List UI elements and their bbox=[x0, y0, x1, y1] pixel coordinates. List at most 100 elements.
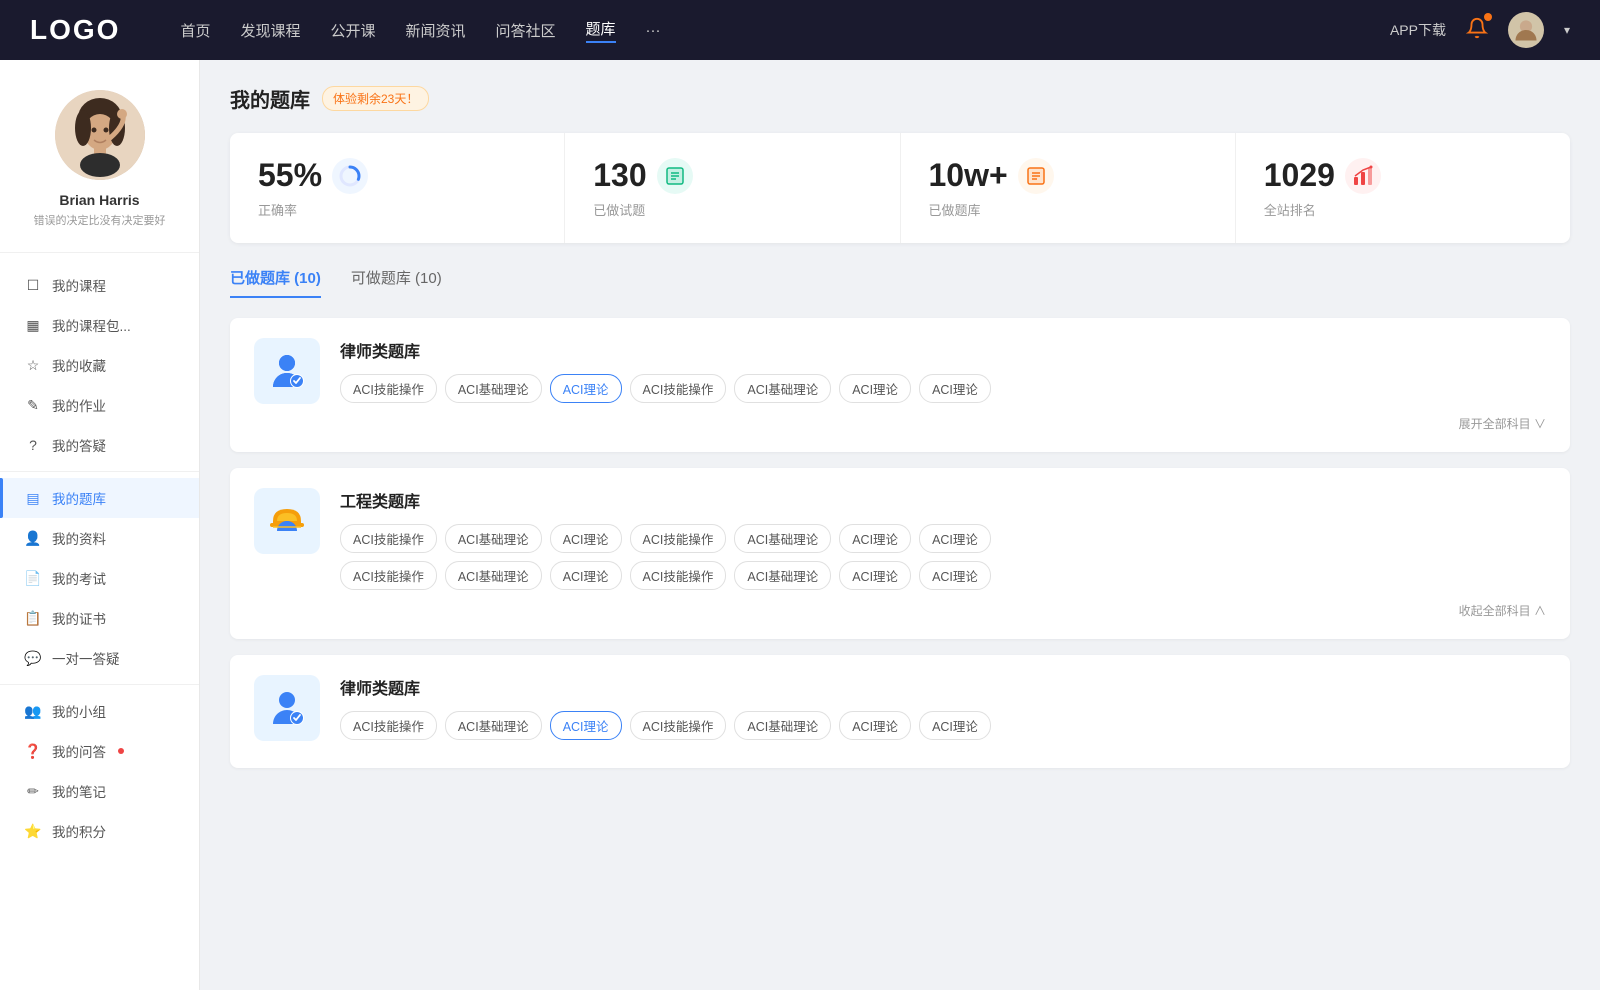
logo[interactable]: LOGO bbox=[30, 14, 120, 46]
tag-eng-2-6[interactable]: ACI理论 bbox=[839, 561, 911, 590]
tag-eng-2-1[interactable]: ACI技能操作 bbox=[340, 561, 437, 590]
user-motto: 错误的决定比没有决定要好 bbox=[20, 212, 179, 228]
sidebar-item-question-bank[interactable]: ▤ 我的题库 bbox=[0, 478, 199, 518]
stat-value-done: 130 bbox=[593, 157, 646, 194]
tag-eng-1-2[interactable]: ACI基础理论 bbox=[445, 524, 542, 553]
stat-ranking: 1029 全站排名 bbox=[1236, 133, 1570, 243]
tag-eng-1-4[interactable]: ACI技能操作 bbox=[630, 524, 727, 553]
divider-1 bbox=[0, 471, 199, 472]
one-on-one-icon: 💬 bbox=[24, 650, 42, 667]
bank-content-lawyer-2: 律师类题库 ACI技能操作 ACI基础理论 ACI理论 ACI技能操作 ACI基… bbox=[340, 675, 1546, 748]
navbar-right: APP下载 ▾ bbox=[1390, 12, 1570, 48]
stat-accuracy: 55% 正确率 bbox=[230, 133, 565, 243]
tags-row-lawyer-1: ACI技能操作 ACI基础理论 ACI理论 ACI技能操作 ACI基础理论 AC… bbox=[340, 374, 1546, 403]
tab-done-banks[interactable]: 已做题库 (10) bbox=[230, 267, 321, 298]
stat-label-banks: 已做题库 bbox=[929, 200, 1207, 219]
tag-lawyer2-4[interactable]: ACI技能操作 bbox=[630, 711, 727, 740]
collapse-btn-engineer[interactable]: 收起全部科目 ∧ bbox=[340, 598, 1546, 619]
nav-question-bank[interactable]: 题库 bbox=[586, 18, 616, 43]
sidebar-item-one-on-one[interactable]: 💬 一对一答疑 bbox=[0, 638, 199, 678]
info-icon: 👤 bbox=[24, 530, 42, 547]
user-dropdown-arrow[interactable]: ▾ bbox=[1564, 23, 1570, 37]
group-icon: 👥 bbox=[24, 703, 42, 720]
sidebar-item-my-exam[interactable]: 📄 我的考试 bbox=[0, 558, 199, 598]
avatar bbox=[55, 90, 145, 180]
points-icon: ⭐ bbox=[24, 823, 42, 840]
tab-available-banks[interactable]: 可做题库 (10) bbox=[351, 267, 442, 298]
tag-lawyer2-6[interactable]: ACI理论 bbox=[839, 711, 911, 740]
tag-eng-1-7[interactable]: ACI理论 bbox=[919, 524, 991, 553]
sidebar-item-my-points[interactable]: ⭐ 我的积分 bbox=[0, 811, 199, 851]
page-wrapper: Brian Harris 错误的决定比没有决定要好 ☐ 我的课程 ▦ 我的课程包… bbox=[0, 60, 1600, 990]
main-content: 我的题库 体验剩余23天！ 55% 正确率 bbox=[200, 60, 1600, 990]
tag-lawyer2-7[interactable]: ACI理论 bbox=[919, 711, 991, 740]
tag-lawyer1-6[interactable]: ACI理论 bbox=[839, 374, 911, 403]
notification-bell[interactable] bbox=[1466, 17, 1488, 44]
tag-lawyer2-5[interactable]: ACI基础理论 bbox=[734, 711, 831, 740]
sidebar-item-certificate[interactable]: 📋 我的证书 bbox=[0, 598, 199, 638]
stat-done-questions: 130 已做试题 bbox=[565, 133, 900, 243]
qa-icon: ? bbox=[24, 437, 42, 453]
nav-qa[interactable]: 问答社区 bbox=[496, 20, 556, 41]
sidebar: Brian Harris 错误的决定比没有决定要好 ☐ 我的课程 ▦ 我的课程包… bbox=[0, 60, 200, 990]
tag-eng-1-1[interactable]: ACI技能操作 bbox=[340, 524, 437, 553]
sidebar-item-my-group[interactable]: 👥 我的小组 bbox=[0, 691, 199, 731]
nav-home[interactable]: 首页 bbox=[180, 20, 210, 41]
tag-eng-2-3[interactable]: ACI理论 bbox=[550, 561, 622, 590]
bank-card-lawyer-2: 律师类题库 ACI技能操作 ACI基础理论 ACI理论 ACI技能操作 ACI基… bbox=[230, 655, 1570, 768]
tag-lawyer1-5[interactable]: ACI基础理论 bbox=[734, 374, 831, 403]
tag-eng-1-6[interactable]: ACI理论 bbox=[839, 524, 911, 553]
tag-eng-1-3[interactable]: ACI理论 bbox=[550, 524, 622, 553]
sidebar-item-my-qa[interactable]: ? 我的答疑 bbox=[0, 425, 199, 465]
stat-top-banks: 10w+ bbox=[929, 157, 1207, 194]
app-download-button[interactable]: APP下载 bbox=[1390, 20, 1446, 40]
questions-badge bbox=[118, 748, 124, 754]
bank-content-engineer: 工程类题库 ACI技能操作 ACI基础理论 ACI理论 ACI技能操作 ACI基… bbox=[340, 488, 1546, 619]
stats-row: 55% 正确率 130 bbox=[230, 133, 1570, 243]
sidebar-item-homework[interactable]: ✎ 我的作业 bbox=[0, 385, 199, 425]
sidebar-item-course-package[interactable]: ▦ 我的课程包... bbox=[0, 305, 199, 345]
notification-badge bbox=[1484, 13, 1492, 21]
bank-icon-lawyer-2 bbox=[254, 675, 320, 741]
nav-discover[interactable]: 发现课程 bbox=[240, 20, 300, 41]
nav-open-course[interactable]: 公开课 bbox=[330, 20, 375, 41]
sidebar-item-favorites[interactable]: ☆ 我的收藏 bbox=[0, 345, 199, 385]
tag-lawyer2-3[interactable]: ACI理论 bbox=[550, 711, 622, 740]
expand-btn-lawyer-1[interactable]: 展开全部科目 ∨ bbox=[340, 411, 1546, 432]
tag-lawyer2-1[interactable]: ACI技能操作 bbox=[340, 711, 437, 740]
nav-more[interactable]: ··· bbox=[646, 22, 661, 39]
bank-title-lawyer-1: 律师类题库 bbox=[340, 338, 1546, 362]
tag-eng-2-2[interactable]: ACI基础理论 bbox=[445, 561, 542, 590]
done-banks-icon bbox=[1018, 158, 1054, 194]
page-title: 我的题库 bbox=[230, 84, 310, 113]
tag-eng-2-5[interactable]: ACI基础理论 bbox=[734, 561, 831, 590]
bank-icon-lawyer-1 bbox=[254, 338, 320, 404]
stat-top-ranking: 1029 bbox=[1264, 157, 1542, 194]
tag-eng-2-4[interactable]: ACI技能操作 bbox=[630, 561, 727, 590]
tag-lawyer1-4[interactable]: ACI技能操作 bbox=[630, 374, 727, 403]
bank-card-engineer: 工程类题库 ACI技能操作 ACI基础理论 ACI理论 ACI技能操作 ACI基… bbox=[230, 468, 1570, 639]
sidebar-item-my-info[interactable]: 👤 我的资料 bbox=[0, 518, 199, 558]
tag-lawyer1-3[interactable]: ACI理论 bbox=[550, 374, 622, 403]
tag-eng-2-7[interactable]: ACI理论 bbox=[919, 561, 991, 590]
sidebar-item-my-questions[interactable]: ❓ 我的问答 bbox=[0, 731, 199, 771]
bank-content-lawyer-1: 律师类题库 ACI技能操作 ACI基础理论 ACI理论 ACI技能操作 ACI基… bbox=[340, 338, 1546, 432]
sidebar-item-my-notes[interactable]: ✏ 我的笔记 bbox=[0, 771, 199, 811]
course-icon: ☐ bbox=[24, 277, 42, 294]
nav-news[interactable]: 新闻资讯 bbox=[406, 20, 466, 41]
sidebar-item-my-course[interactable]: ☐ 我的课程 bbox=[0, 265, 199, 305]
bank-title-lawyer-2: 律师类题库 bbox=[340, 675, 1546, 699]
user-avatar-navbar[interactable] bbox=[1508, 12, 1544, 48]
tag-lawyer1-1[interactable]: ACI技能操作 bbox=[340, 374, 437, 403]
tag-lawyer1-2[interactable]: ACI基础理论 bbox=[445, 374, 542, 403]
course-package-icon: ▦ bbox=[24, 317, 42, 334]
tags-row-lawyer-2: ACI技能操作 ACI基础理论 ACI理论 ACI技能操作 ACI基础理论 AC… bbox=[340, 711, 1546, 740]
sidebar-menu: ☐ 我的课程 ▦ 我的课程包... ☆ 我的收藏 ✎ 我的作业 ? 我的答疑 ▤ bbox=[0, 265, 199, 851]
tag-lawyer2-2[interactable]: ACI基础理论 bbox=[445, 711, 542, 740]
certificate-icon: 📋 bbox=[24, 610, 42, 627]
tag-eng-1-5[interactable]: ACI基础理论 bbox=[734, 524, 831, 553]
tags-row-engineer-2: ACI技能操作 ACI基础理论 ACI理论 ACI技能操作 ACI基础理论 AC… bbox=[340, 561, 1546, 590]
tag-lawyer1-7[interactable]: ACI理论 bbox=[919, 374, 991, 403]
nav-menu: 首页 发现课程 公开课 新闻资讯 问答社区 题库 ··· bbox=[180, 18, 1390, 43]
ranking-icon bbox=[1345, 158, 1381, 194]
